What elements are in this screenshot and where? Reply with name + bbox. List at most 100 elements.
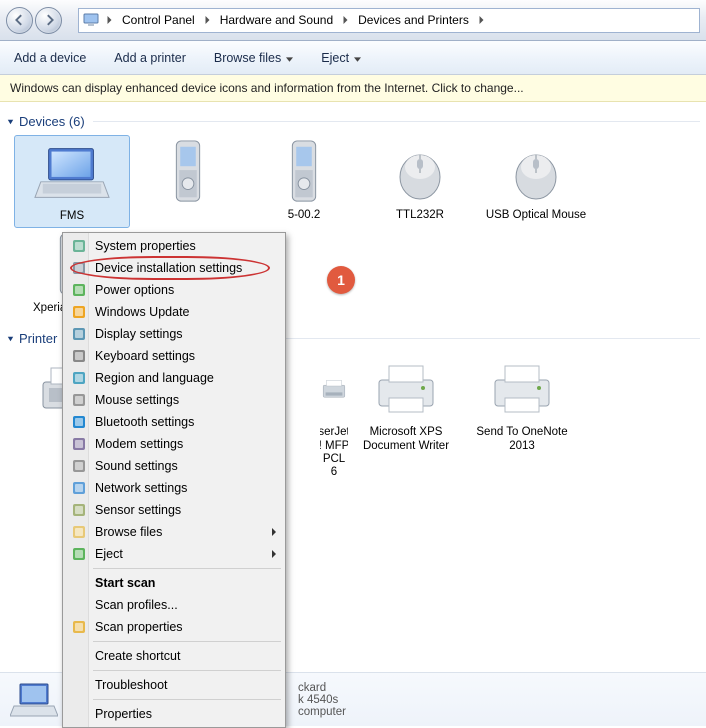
- sound-icon: [71, 458, 87, 474]
- menu-item-label: Scan properties: [95, 620, 183, 634]
- group-label: Printer: [19, 331, 57, 346]
- mouse-icon: [71, 392, 87, 408]
- chevron-right-icon[interactable]: [103, 16, 116, 24]
- menu-item-label: Browse files: [95, 525, 162, 539]
- back-button[interactable]: [6, 7, 33, 34]
- laptop-icon: [10, 680, 58, 720]
- menu-item[interactable]: Sound settings: [65, 455, 283, 477]
- menu-item[interactable]: Keyboard settings: [65, 345, 283, 367]
- browse-files-label: Browse files: [214, 51, 281, 65]
- menu-item[interactable]: Display settings: [65, 323, 283, 345]
- menu-item-label: Start scan: [95, 576, 155, 590]
- browse-files-button[interactable]: Browse files: [214, 51, 293, 65]
- titlebar: Control Panel Hardware and Sound Devices…: [0, 0, 706, 41]
- sensor-icon: [71, 502, 87, 518]
- printer-label: Microsoft XPS Document Writer: [352, 426, 460, 452]
- menu-separator: [93, 670, 281, 671]
- address-bar[interactable]: Control Panel Hardware and Sound Devices…: [78, 8, 700, 33]
- laptop-icon: [33, 140, 111, 208]
- mouse-icon: [381, 139, 459, 207]
- menu-item[interactable]: Scan properties: [65, 616, 283, 638]
- printer-item-laserjet[interactable]: serJet ! MFP PCL 6: [320, 352, 348, 483]
- menu-item[interactable]: Mouse settings: [65, 389, 283, 411]
- update-icon: [71, 304, 87, 320]
- breadcrumb-item[interactable]: Devices and Printers: [352, 9, 475, 32]
- menu-item[interactable]: Bluetooth settings: [65, 411, 283, 433]
- device-label: USB Optical Mouse: [486, 209, 586, 222]
- menu-item[interactable]: Eject: [65, 543, 283, 565]
- menu-item-label: Display settings: [95, 327, 183, 341]
- details-text: ckard: [298, 682, 346, 694]
- breadcrumb-item[interactable]: Control Panel: [116, 9, 201, 32]
- add-device-button[interactable]: Add a device: [14, 51, 86, 65]
- menu-item[interactable]: Create shortcut: [65, 645, 283, 667]
- menu-item[interactable]: Windows Update: [65, 301, 283, 323]
- folder-icon: [71, 524, 87, 540]
- menu-item[interactable]: Region and language: [65, 367, 283, 389]
- divider: [93, 121, 700, 122]
- forward-button[interactable]: [35, 7, 62, 34]
- menu-item[interactable]: Start scan: [65, 572, 283, 594]
- printer-item-onenote[interactable]: Send To OneNote 2013: [464, 352, 580, 483]
- menu-item-label: Scan profiles...: [95, 598, 178, 612]
- menu-item-label: Device installation settings: [95, 261, 242, 275]
- menu-item[interactable]: Browse files: [65, 521, 283, 543]
- breadcrumb-item[interactable]: Hardware and Sound: [214, 9, 339, 32]
- device-item-phone[interactable]: [130, 135, 246, 228]
- menu-item-label: Network settings: [95, 481, 187, 495]
- menu-item-label: Windows Update: [95, 305, 190, 319]
- menu-item-label: Mouse settings: [95, 393, 179, 407]
- menu-item-label: Bluetooth settings: [95, 415, 194, 429]
- menu-item-label: Troubleshoot: [95, 678, 168, 692]
- menu-item[interactable]: Power options: [65, 279, 283, 301]
- menu-separator: [93, 699, 281, 700]
- phone-icon: [265, 139, 343, 207]
- menu-item[interactable]: Scan profiles...: [65, 594, 283, 616]
- add-printer-button[interactable]: Add a printer: [114, 51, 186, 65]
- menu-item[interactable]: Device installation settings: [65, 257, 283, 279]
- printer-icon: [367, 356, 445, 424]
- submenu-arrow-icon: [271, 525, 277, 539]
- group-header-devices[interactable]: Devices (6): [6, 110, 700, 133]
- device-label: 5-00.2: [288, 209, 321, 222]
- chevron-right-icon[interactable]: [475, 16, 488, 24]
- menu-item-label: System properties: [95, 239, 196, 253]
- menu-item-label: Modem settings: [95, 437, 183, 451]
- menu-item[interactable]: Modem settings: [65, 433, 283, 455]
- printer-item-xps[interactable]: Microsoft XPS Document Writer: [348, 352, 464, 483]
- device-item-phone[interactable]: 5-00.2: [246, 135, 362, 228]
- phone-icon: [149, 139, 227, 207]
- chevron-right-icon[interactable]: [339, 16, 352, 24]
- chevron-right-icon[interactable]: [201, 16, 214, 24]
- printer-label: Send To OneNote 2013: [468, 426, 576, 452]
- context-menu: System properties Device installation set…: [62, 232, 286, 728]
- menu-item-label: Eject: [95, 547, 123, 561]
- eject-button[interactable]: Eject: [321, 51, 361, 65]
- device-item-ttl232r[interactable]: TTL232R: [362, 135, 478, 228]
- mouse-icon: [497, 139, 575, 207]
- device-item-fms[interactable]: FMS: [14, 135, 130, 228]
- keyboard-icon: [71, 348, 87, 364]
- bluetooth-icon: [71, 414, 87, 430]
- menu-item[interactable]: Network settings: [65, 477, 283, 499]
- add-device-label: Add a device: [14, 51, 86, 65]
- monitor-icon: [71, 238, 87, 254]
- modem-icon: [71, 436, 87, 452]
- menu-item-label: Sensor settings: [95, 503, 181, 517]
- menu-item-label: Region and language: [95, 371, 214, 385]
- menu-item-label: Keyboard settings: [95, 349, 195, 363]
- menu-item[interactable]: System properties: [65, 235, 283, 257]
- menu-item[interactable]: Properties: [65, 703, 283, 725]
- menu-item[interactable]: Sensor settings: [65, 499, 283, 521]
- device-label: TTL232R: [396, 209, 444, 222]
- printer-icon: [320, 356, 348, 424]
- eject-icon: [71, 546, 87, 562]
- menu-item-label: Power options: [95, 283, 174, 297]
- menu-item[interactable]: Troubleshoot: [65, 674, 283, 696]
- device-item-usb-mouse[interactable]: USB Optical Mouse: [478, 135, 594, 228]
- info-bar[interactable]: Windows can display enhanced device icon…: [0, 75, 706, 102]
- details-text: k 4540s: [298, 694, 346, 706]
- network-icon: [71, 480, 87, 496]
- group-label: Devices (6): [19, 114, 85, 129]
- details-text: computer: [298, 706, 346, 718]
